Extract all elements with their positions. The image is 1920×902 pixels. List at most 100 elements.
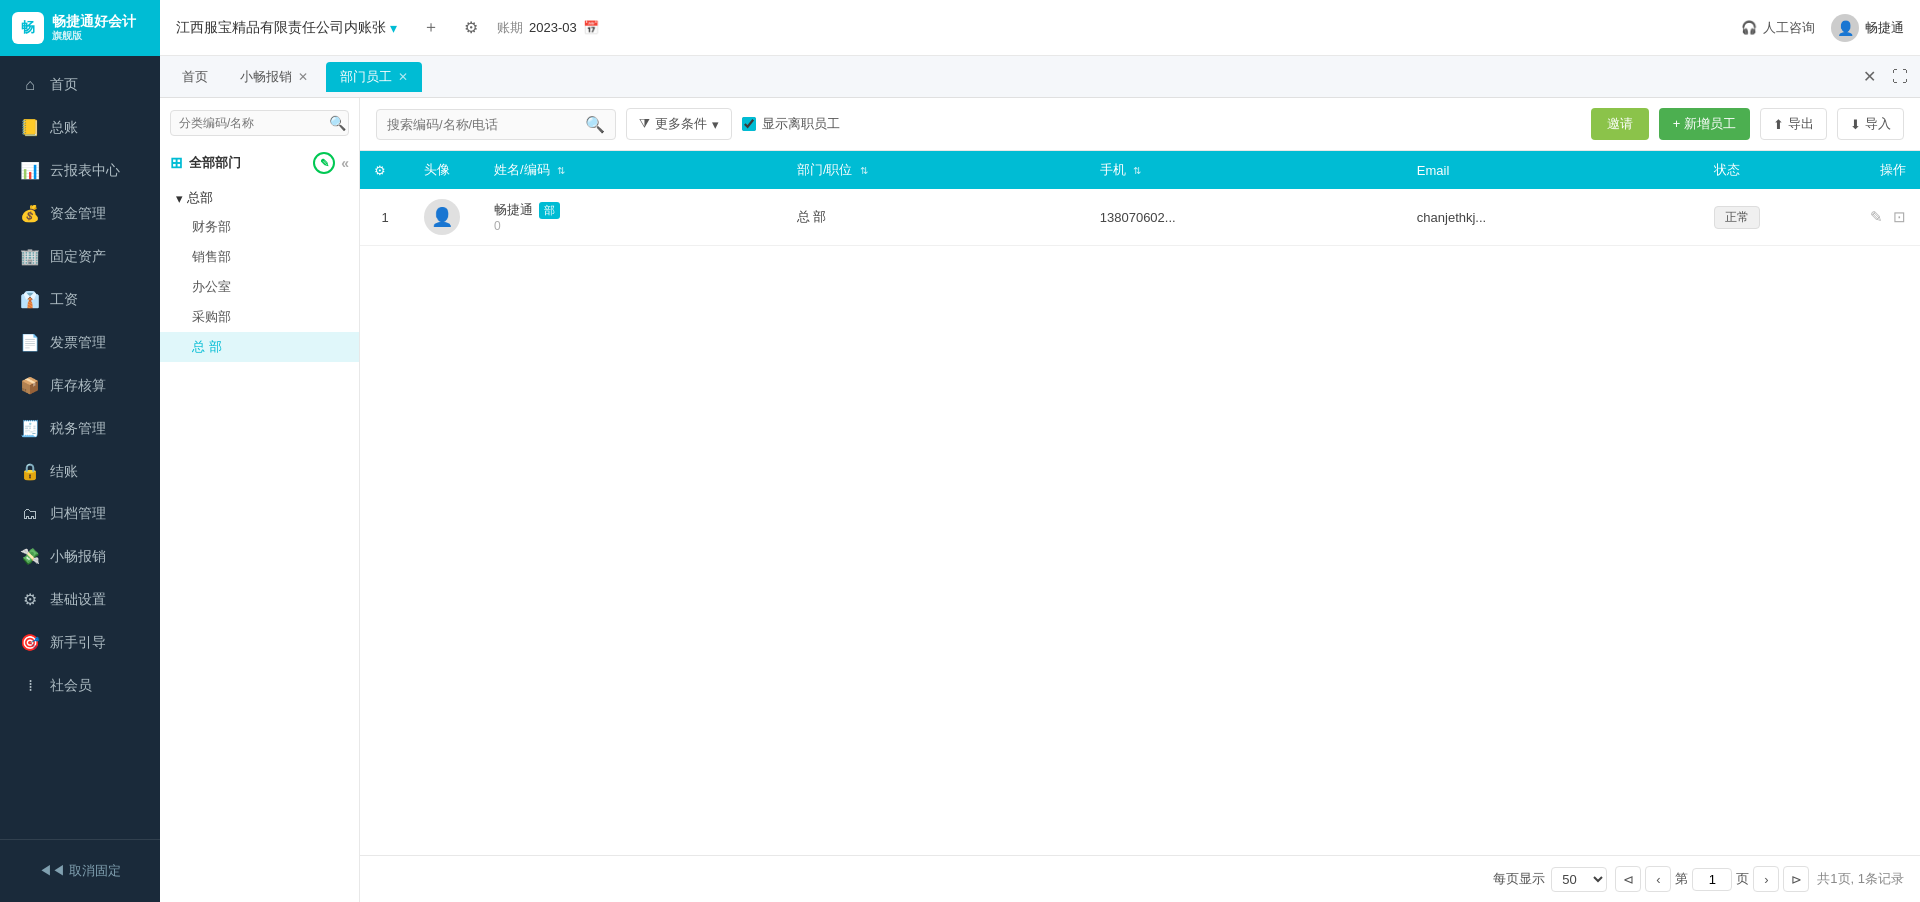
tab-expand-icon[interactable]: ⛶ [1888,64,1912,90]
col-name[interactable]: 姓名/编码 ⇅ [480,151,783,189]
nav-item-home[interactable]: ⌂ 首页 [0,64,160,106]
header-right: 🎧 人工咨询 👤 畅捷通 [1741,14,1904,42]
dept-search-box[interactable]: 🔍 [170,110,349,136]
company-name[interactable]: 江西服宝精品有限责任公司内账张 ▾ [176,19,397,37]
page-prev-button[interactable]: ‹ [1645,866,1671,892]
more-icon: ⁞ [20,676,40,695]
dept-collapse-button[interactable]: « [341,155,349,171]
invite-button[interactable]: 邀请 [1591,108,1649,140]
page-size-dropdown[interactable]: 10 20 50 100 [1551,867,1607,892]
import-button[interactable]: ⬇ 导入 [1837,108,1904,140]
dept-search-icon[interactable]: 🔍 [329,115,346,131]
ledger-icon: 📒 [20,118,40,137]
filter-button[interactable]: ⧩ 更多条件 ▾ [626,108,732,140]
all-depts-label[interactable]: 全部部门 [189,154,241,172]
settings-icon: ⚙ [20,590,40,609]
logo-title: 畅捷通好会计 [52,13,136,30]
nav-item-assets[interactable]: 🏢 固定资产 [0,235,160,278]
tab-dept-label: 部门员工 [340,68,392,86]
delete-employee-button[interactable]: ⊡ [1893,208,1906,226]
tab-expense[interactable]: 小畅报销 ✕ [226,62,322,92]
nav-item-guide[interactable]: 🎯 新手引导 [0,621,160,664]
import-icon: ⬇ [1850,117,1861,132]
dept-item-office[interactable]: 办公室 [160,272,359,302]
calendar-icon[interactable]: 📅 [583,20,599,35]
expand-icon: ▾ [176,191,183,206]
pagination-bar: 每页显示 10 20 50 100 ⊲ ‹ 第 页 [360,855,1920,902]
employee-search-input[interactable] [387,117,579,132]
settings-gear-button[interactable]: ⚙ [457,14,485,42]
dept-item-general[interactable]: 总 部 [160,332,359,362]
export-button[interactable]: ⬆ 导出 [1760,108,1827,140]
tab-dept[interactable]: 部门员工 ✕ [326,62,422,92]
user-avatar: 👤 [1831,14,1859,42]
show-resigned-label[interactable]: 显示离职员工 [742,115,840,133]
dept-item-purchase[interactable]: 采购部 [160,302,359,332]
nav-item-expense[interactable]: 💸 小畅报销 [0,535,160,578]
dept-item-sales[interactable]: 销售部 [160,242,359,272]
page-last-button[interactable]: ⊳ [1783,866,1809,892]
table-body: 1 👤 畅捷通 部 0 总 部 [360,189,1920,246]
sidebar-nav: ⌂ 首页 📒 总账 📊 云报表中心 💰 资金管理 🏢 固定资产 👔 工资 📄 发… [0,56,160,839]
toolbar: 🔍 ⧩ 更多条件 ▾ 显示离职员工 邀请 + 新增员工 [360,98,1920,151]
nav-item-ledger[interactable]: 📒 总账 [0,106,160,149]
nav-item-more[interactable]: ⁞ 社会员 [0,664,160,707]
guide-icon: 🎯 [20,633,40,652]
nav-label-salary: 工资 [50,291,78,309]
dept-edit-button[interactable]: ✎ [313,152,335,174]
page-next-button[interactable]: › [1753,866,1779,892]
tab-bar: 首页 小畅报销 ✕ 部门员工 ✕ ✕ ⛶ [160,56,1920,98]
dept-tree: ▾ 总部 财务部 销售部 办公室 采购部 总 部 [160,180,359,366]
nav-item-archive[interactable]: 🗂 归档管理 [0,493,160,535]
cancel-fixed-button[interactable]: ◀◀ 取消固定 [0,852,160,890]
salary-icon: 👔 [20,290,40,309]
nav-label-invoice: 发票管理 [50,334,106,352]
period-label: 账期 [497,19,523,37]
nav-item-tax[interactable]: 🧾 税务管理 [0,407,160,450]
tab-home[interactable]: 首页 [168,62,222,92]
show-resigned-checkbox[interactable] [742,117,756,131]
row-actions: ✎ ⊡ [1820,189,1920,246]
col-phone[interactable]: 手机 ⇅ [1086,151,1403,189]
customer-service-button[interactable]: 🎧 人工咨询 [1741,19,1815,37]
dept-header-left: ⊞ 全部部门 [170,154,241,172]
total-info: 共1页, 1条记录 [1817,870,1904,888]
dept-group-root[interactable]: ▾ 总部 [160,184,359,212]
add-employee-button[interactable]: + 新增员工 [1659,108,1750,140]
nav-label-capital: 资金管理 [50,205,106,223]
invite-label: 邀请 [1607,116,1633,131]
employee-name-row: 畅捷通 部 [494,201,769,219]
top-header: 江西服宝精品有限责任公司内账张 ▾ ＋ ⚙ 账期 2023-03 📅 🎧 人工咨… [160,0,1920,56]
user-info[interactable]: 👤 畅捷通 [1831,14,1904,42]
nav-item-reports[interactable]: 📊 云报表中心 [0,149,160,192]
tab-dept-close[interactable]: ✕ [398,70,408,84]
nav-item-salary[interactable]: 👔 工资 [0,278,160,321]
action-icons: ✎ ⊡ [1834,208,1906,226]
col-settings[interactable]: ⚙ [360,151,410,189]
inventory-icon: 📦 [20,376,40,395]
employee-dept-badge: 部 [539,202,560,219]
nav-label-assets: 固定资产 [50,248,106,266]
page-first-button[interactable]: ⊲ [1615,866,1641,892]
row-status: 正常 [1700,189,1820,246]
tab-expense-close[interactable]: ✕ [298,70,308,84]
edit-employee-button[interactable]: ✎ [1870,208,1883,226]
nav-item-capital[interactable]: 💰 资金管理 [0,192,160,235]
employee-search-bar[interactable]: 🔍 [376,109,616,140]
add-tab-button[interactable]: ＋ [417,14,445,42]
name-sort-icon: ⇅ [557,165,565,176]
logo-text: 畅捷通好会计 旗舰版 [52,13,136,44]
tab-close-all-icon[interactable]: ✕ [1859,63,1880,90]
dept-search-input[interactable] [179,116,329,130]
nav-item-close[interactable]: 🔒 结账 [0,450,160,493]
nav-item-settings[interactable]: ⚙ 基础设置 [0,578,160,621]
employee-search-icon[interactable]: 🔍 [585,115,605,134]
nav-label-settings: 基础设置 [50,591,106,609]
dept-item-finance[interactable]: 财务部 [160,212,359,242]
col-dept[interactable]: 部门/职位 ⇅ [783,151,1086,189]
dept-grid-icon: ⊞ [170,154,183,172]
period-info: 账期 2023-03 📅 [497,19,599,37]
nav-item-invoice[interactable]: 📄 发票管理 [0,321,160,364]
page-number-input[interactable] [1692,868,1732,891]
nav-item-inventory[interactable]: 📦 库存核算 [0,364,160,407]
